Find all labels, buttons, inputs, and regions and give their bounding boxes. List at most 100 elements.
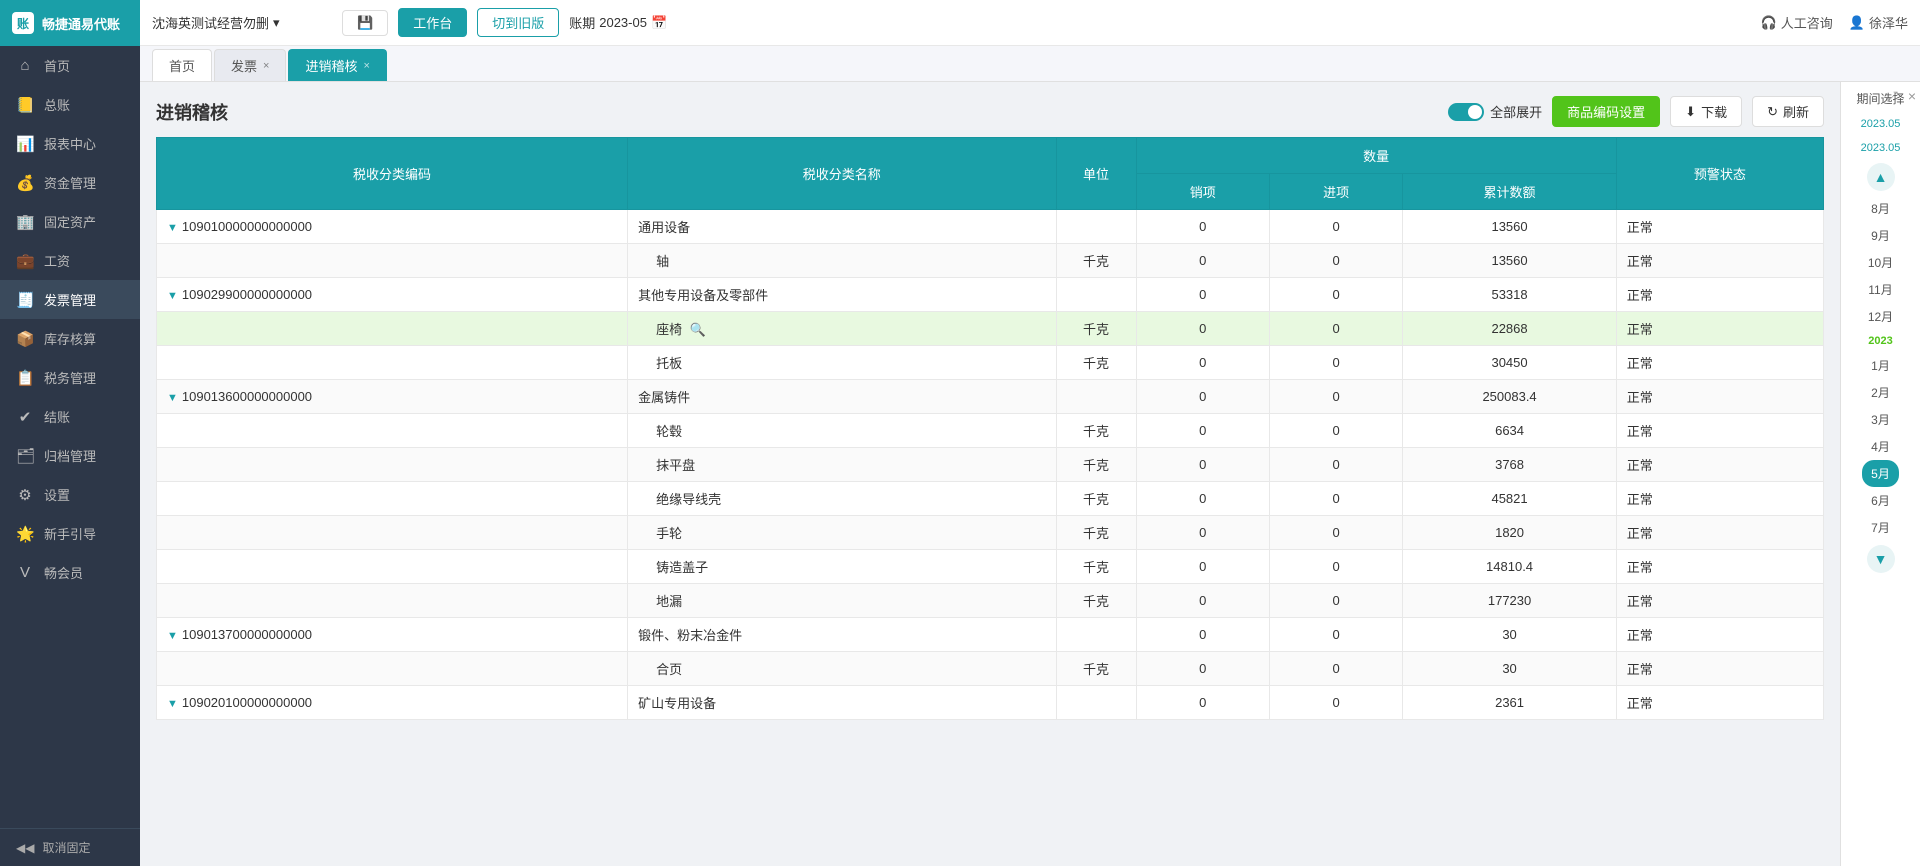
cell-purchase: 0 <box>1269 210 1402 244</box>
tab-home[interactable]: 首页 <box>152 49 212 81</box>
tab-invoice[interactable]: 发票 × <box>214 49 286 81</box>
sidebar-item-home[interactable]: ⌂首页 <box>0 46 140 85</box>
cell-purchase: 0 <box>1269 448 1402 482</box>
scroll-up-button[interactable]: ▲ <box>1867 163 1895 191</box>
cell-total: 22868 <box>1403 312 1616 346</box>
month-item-3月[interactable]: 3月 <box>1862 406 1899 433</box>
cell-purchase: 0 <box>1269 516 1402 550</box>
sidebar-item-archive[interactable]: 🗂归档管理 <box>0 436 140 475</box>
calendar-icon[interactable]: 📅 <box>651 15 667 31</box>
cell-sales: 0 <box>1136 584 1269 618</box>
period-item-2023-05a[interactable]: 2023.05 <box>1845 113 1916 135</box>
month-item-12月[interactable]: 12月 <box>1862 303 1899 330</box>
table-row: ▼109010000000000000 通用设备 0 0 13560 正常 <box>157 210 1824 244</box>
unpin-label: 取消固定 <box>42 839 90 856</box>
cell-purchase: 0 <box>1269 380 1402 414</box>
cell-status: 正常 <box>1616 584 1823 618</box>
month-item-9月[interactable]: 9月 <box>1862 222 1899 249</box>
expand-toggle[interactable]: 全部展开 <box>1448 102 1542 121</box>
search-icon[interactable]: 🔍 <box>690 322 706 337</box>
cell-total: 30 <box>1403 652 1616 686</box>
cell-name: 托板 <box>628 346 1056 380</box>
company-name: 沈海英测试经营勿删 <box>152 13 269 32</box>
cell-name: 其他专用设备及零部件 <box>628 278 1056 312</box>
cell-code <box>157 584 628 618</box>
help-button[interactable]: 🎧 人工咨询 <box>1761 13 1833 32</box>
month-item-7月[interactable]: 7月 <box>1862 514 1899 541</box>
download-label: 下载 <box>1701 102 1727 121</box>
cell-unit: 千克 <box>1056 414 1136 448</box>
period-item-2023-05b[interactable]: 2023.05 <box>1845 137 1916 159</box>
th-tax-name: 税收分类名称 <box>628 138 1056 210</box>
cell-unit <box>1056 278 1136 312</box>
sidebar-item-salary[interactable]: 💼工资 <box>0 241 140 280</box>
cell-code <box>157 244 628 278</box>
cell-unit <box>1056 618 1136 652</box>
cell-status: 正常 <box>1616 652 1823 686</box>
workspace-button[interactable]: 工作台 <box>398 8 467 37</box>
invoice-tab-close[interactable]: × <box>263 60 269 72</box>
month-item-10月[interactable]: 10月 <box>1862 249 1899 276</box>
product-code-button[interactable]: 商品编码设置 <box>1552 96 1660 127</box>
sidebar-item-member[interactable]: V畅会员 <box>0 553 140 592</box>
cell-sales: 0 <box>1136 652 1269 686</box>
sidebar-item-settings[interactable]: ⚙设置 <box>0 475 140 514</box>
cell-code: ▼109013700000000000 <box>157 618 628 652</box>
cell-name: 合页 <box>628 652 1056 686</box>
cell-sales: 0 <box>1136 312 1269 346</box>
cell-total: 30450 <box>1403 346 1616 380</box>
refresh-icon: ↻ <box>1767 104 1778 120</box>
refresh-button[interactable]: ↻ 刷新 <box>1752 96 1824 127</box>
cell-name: 座椅 🔍 <box>628 312 1056 346</box>
cell-purchase: 0 <box>1269 346 1402 380</box>
sidebar-label-tax: 税务管理 <box>44 368 96 387</box>
cell-name: 抹平盘 <box>628 448 1056 482</box>
month-item-5月[interactable]: 5月 <box>1862 460 1899 487</box>
logo-icon: 账 <box>12 12 34 34</box>
sidebar-item-settlement[interactable]: ✔结账 <box>0 397 140 436</box>
headset-icon: 🎧 <box>1761 15 1777 31</box>
cell-sales: 0 <box>1136 380 1269 414</box>
sidebar-item-tax[interactable]: 📋税务管理 <box>0 358 140 397</box>
sidebar-item-guide[interactable]: 🌟新手引导 <box>0 514 140 553</box>
table-row: 合页 千克 0 0 30 正常 <box>157 652 1824 686</box>
cell-code <box>157 482 628 516</box>
sidebar-item-invoice[interactable]: 🧾发票管理 <box>0 280 140 319</box>
close-panel-button[interactable]: × <box>1908 88 1916 104</box>
month-item-1月[interactable]: 1月 <box>1862 352 1899 379</box>
cell-total: 2361 <box>1403 686 1616 720</box>
tab-reconcile[interactable]: 进销稽核 × <box>288 49 386 81</box>
switch-version-button[interactable]: 切到旧版 <box>477 8 559 37</box>
cell-name: 锻件、粉末冶金件 <box>628 618 1056 652</box>
company-selector[interactable]: 沈海英测试经营勿删 ▾ <box>152 13 332 32</box>
sidebar-item-assets[interactable]: 🏢固定资产 <box>0 202 140 241</box>
cell-status: 正常 <box>1616 686 1823 720</box>
sidebar-item-inventory[interactable]: 📦库存核算 <box>0 319 140 358</box>
cell-purchase: 0 <box>1269 584 1402 618</box>
user-menu[interactable]: 👤 徐泽华 <box>1849 13 1908 32</box>
month-item-2月[interactable]: 2月 <box>1862 379 1899 406</box>
app-logo: 账 畅捷通易代账 <box>0 0 140 46</box>
month-item-4月[interactable]: 4月 <box>1862 433 1899 460</box>
sidebar-icon-settlement: ✔ <box>16 408 34 426</box>
cell-unit: 千克 <box>1056 244 1136 278</box>
month-item-8月[interactable]: 8月 <box>1862 195 1899 222</box>
sidebar-icon-inventory: 📦 <box>16 330 34 348</box>
month-item-11月[interactable]: 11月 <box>1862 276 1899 303</box>
sidebar-label-ledger: 总账 <box>44 95 70 114</box>
cell-sales: 0 <box>1136 244 1269 278</box>
month-item-6月[interactable]: 6月 <box>1862 487 1899 514</box>
cell-sales: 0 <box>1136 210 1269 244</box>
expand-panel-button[interactable]: ⤢ <box>1887 88 1898 105</box>
sidebar-item-reports[interactable]: 📊报表中心 <box>0 124 140 163</box>
sidebar-icon-reports: 📊 <box>16 135 34 153</box>
reconcile-tab-close[interactable]: × <box>363 60 369 72</box>
sidebar-item-funds[interactable]: 💰资金管理 <box>0 163 140 202</box>
unpin-button[interactable]: ◀◀ 取消固定 <box>0 828 140 866</box>
sidebar-item-ledger[interactable]: 📒总账 <box>0 85 140 124</box>
save-button[interactable]: 💾 <box>342 10 388 36</box>
expand-toggle-switch[interactable] <box>1448 103 1484 121</box>
scroll-down-button[interactable]: ▼ <box>1867 545 1895 573</box>
download-button[interactable]: ⬇ 下载 <box>1670 96 1742 127</box>
username: 徐泽华 <box>1869 13 1908 32</box>
